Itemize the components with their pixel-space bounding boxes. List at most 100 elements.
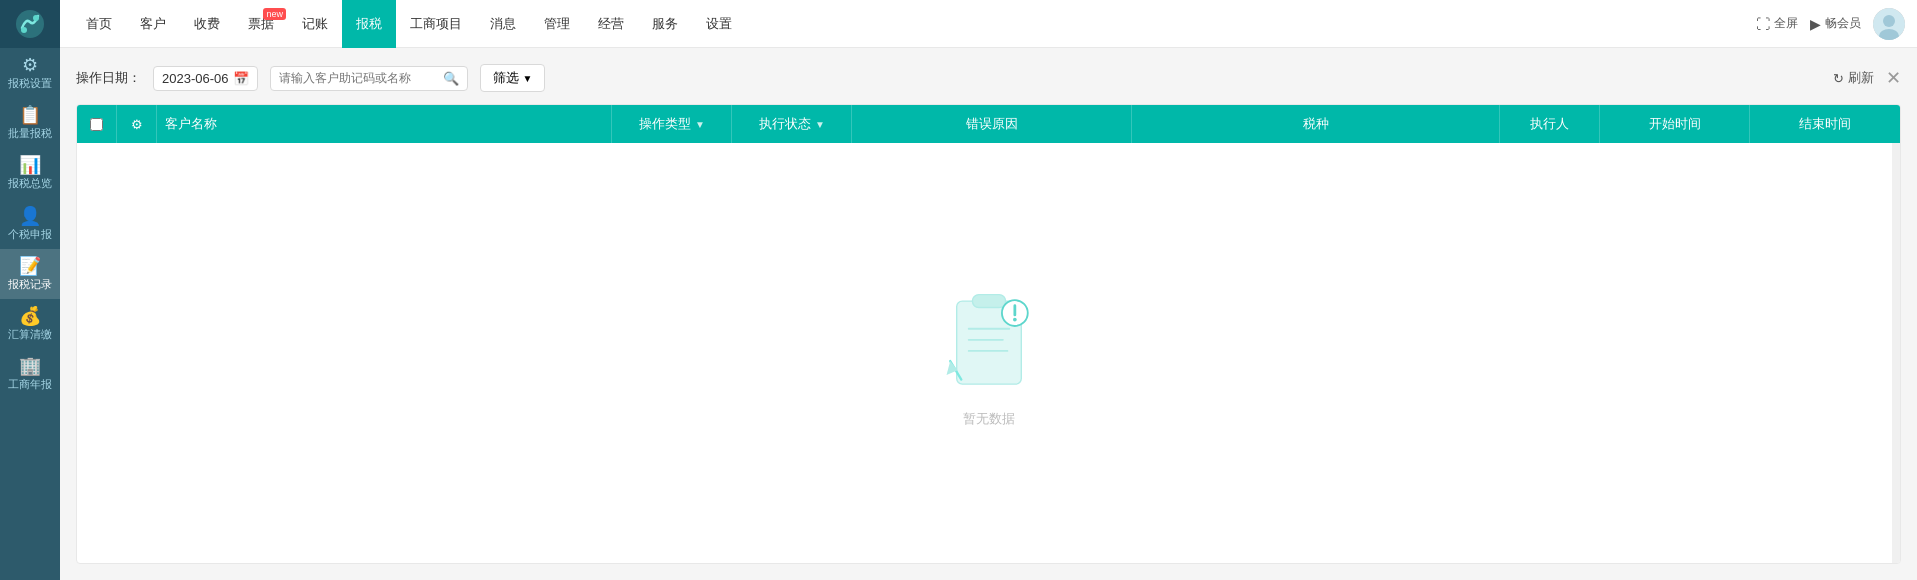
topnav-item-kehu[interactable]: 客户 <box>126 0 180 48</box>
empty-state: 暂无数据 <box>929 278 1049 428</box>
setting-icon: ⚙ <box>131 117 143 132</box>
chevron-down-icon: ▼ <box>523 73 533 84</box>
baoshui-jilu-icon: 📝 <box>19 257 41 275</box>
huisuan-jiaona-icon: 💰 <box>19 307 41 325</box>
fullscreen-icon: ⛶ <box>1756 16 1770 32</box>
th-setting[interactable]: ⚙ <box>117 105 157 143</box>
sidebar-item-piliang-baoshui-label: 批量报税 <box>8 127 52 140</box>
table-header: ⚙ 客户名称 操作类型 ▼ 执行状态 ▼ 错误原因 <box>77 105 1900 143</box>
th-endtime: 结束时间 <box>1750 105 1900 143</box>
toolbar-right: ↻ 刷新 ✕ <box>1833 69 1901 87</box>
svg-rect-7 <box>972 295 1005 308</box>
topnav-item-fuwu[interactable]: 服务 <box>638 0 692 48</box>
topnav-item-gongshang-xiangmu[interactable]: 工商项目 <box>396 0 476 48</box>
geshuishenbaoo-icon: 👤 <box>19 207 41 225</box>
fullscreen-label: 全屏 <box>1774 15 1798 32</box>
select-all-checkbox[interactable] <box>90 118 103 131</box>
th-executor: 执行人 <box>1500 105 1600 143</box>
toolbar: 操作日期： 2023-06-06 📅 🔍 筛选 ▼ ↻ 刷新 <box>76 64 1901 92</box>
th-checkbox[interactable] <box>77 105 117 143</box>
close-btn[interactable]: ✕ <box>1886 69 1901 87</box>
svg-point-4 <box>1883 15 1895 27</box>
topnav-item-shouye[interactable]: 首页 <box>72 0 126 48</box>
th-endtime-label: 结束时间 <box>1799 115 1851 133</box>
sidebar-item-geshuishenbaoo-label: 个税申报 <box>8 228 52 241</box>
filter-btn[interactable]: 筛选 ▼ <box>480 64 546 92</box>
search-input[interactable] <box>279 71 439 85</box>
topnav-item-xiaoxi[interactable]: 消息 <box>476 0 530 48</box>
calendar-icon: 📅 <box>233 71 249 86</box>
member-label: 畅会员 <box>1825 15 1861 32</box>
filter-label: 筛选 <box>493 69 519 87</box>
sidebar-item-baoshui-shezhi[interactable]: ⚙ 报税设置 <box>0 48 60 98</box>
th-client-label: 客户名称 <box>165 115 217 133</box>
topnav-right: ⛶ 全屏 ▶ 畅会员 <box>1756 8 1905 40</box>
topnav-item-shoufei[interactable]: 收费 <box>180 0 234 48</box>
gongshang-nianbao-icon: 🏢 <box>19 357 41 375</box>
refresh-label: 刷新 <box>1848 69 1874 87</box>
topnav-item-guanli[interactable]: 管理 <box>530 0 584 48</box>
member-icon: ▶ <box>1810 16 1821 32</box>
piliang-baoshui-icon: 📋 <box>19 106 41 124</box>
sidebar-item-baoshui-zonglam[interactable]: 📊 报税总览 <box>0 148 60 198</box>
svg-point-1 <box>21 27 27 33</box>
topnav-item-jizhang[interactable]: 记账 <box>288 0 342 48</box>
topnav-item-shezhi[interactable]: 设置 <box>692 0 746 48</box>
refresh-icon: ↻ <box>1833 71 1844 86</box>
sidebar-item-baoshui-zonglam-label: 报税总览 <box>8 177 52 190</box>
sidebar-item-huisuan-jiaona[interactable]: 💰 汇算清缴 <box>0 299 60 349</box>
th-optype[interactable]: 操作类型 ▼ <box>612 105 732 143</box>
th-error: 错误原因 <box>852 105 1132 143</box>
th-status-label: 执行状态 <box>759 115 811 133</box>
topnav-item-jingying[interactable]: 经营 <box>584 0 638 48</box>
th-optype-label: 操作类型 <box>639 115 691 133</box>
baoshui-zonglam-icon: 📊 <box>19 156 41 174</box>
page-content: 操作日期： 2023-06-06 📅 🔍 筛选 ▼ ↻ 刷新 <box>60 48 1917 580</box>
baoshui-shezhi-icon: ⚙ <box>22 56 38 74</box>
sidebar-item-gongshang-nianbao-label: 工商年报 <box>8 378 52 391</box>
th-taxtype: 税种 <box>1132 105 1500 143</box>
th-status[interactable]: 执行状态 ▼ <box>732 105 852 143</box>
sidebar-logo[interactable] <box>0 0 60 48</box>
member-btn[interactable]: ▶ 畅会员 <box>1810 15 1861 32</box>
sidebar-item-gongshang-nianbao[interactable]: 🏢 工商年报 <box>0 349 60 399</box>
search-box[interactable]: 🔍 <box>270 66 468 91</box>
svg-point-0 <box>16 10 44 38</box>
fullscreen-btn[interactable]: ⛶ 全屏 <box>1756 15 1798 32</box>
th-taxtype-label: 税种 <box>1303 115 1329 133</box>
sidebar: ⚙ 报税设置 📋 批量报税 📊 报税总览 👤 个税申报 📝 报税记录 💰 汇算清… <box>0 0 60 580</box>
main-area: 首页 客户 收费 票据 new 记账 报税 工商项目 消息 <box>60 0 1917 580</box>
sidebar-item-piliang-baoshui[interactable]: 📋 批量报税 <box>0 98 60 148</box>
svg-point-13 <box>1013 318 1017 322</box>
date-input[interactable]: 2023-06-06 📅 <box>153 66 258 91</box>
table-container: ⚙ 客户名称 操作类型 ▼ 执行状态 ▼ 错误原因 <box>76 104 1901 564</box>
sidebar-item-baoshui-shezhi-label: 报税设置 <box>8 77 52 90</box>
status-sort-icon: ▼ <box>815 119 825 130</box>
th-client: 客户名称 <box>157 105 612 143</box>
sidebar-item-geshuishenbaoo[interactable]: 👤 个税申报 <box>0 199 60 249</box>
search-icon: 🔍 <box>443 71 459 86</box>
th-starttime-label: 开始时间 <box>1649 115 1701 133</box>
th-executor-label: 执行人 <box>1530 115 1569 133</box>
svg-point-2 <box>33 15 39 21</box>
empty-text: 暂无数据 <box>963 410 1015 428</box>
topnav-item-piaoju[interactable]: 票据 new <box>234 0 288 48</box>
new-badge: new <box>263 8 286 20</box>
topnav-item-baoshui[interactable]: 报税 <box>342 0 396 48</box>
sidebar-item-baoshui-jilu-label: 报税记录 <box>8 278 52 291</box>
date-label: 操作日期： <box>76 69 141 87</box>
topnav: 首页 客户 收费 票据 new 记账 报税 工商项目 消息 <box>60 0 1917 48</box>
scrollbar-track[interactable] <box>1892 143 1900 563</box>
optype-sort-icon: ▼ <box>695 119 705 130</box>
sidebar-item-huisuan-jiaona-label: 汇算清缴 <box>8 328 52 341</box>
empty-illustration <box>929 278 1049 398</box>
sidebar-item-baoshui-jilu[interactable]: 📝 报税记录 <box>0 249 60 299</box>
topnav-items: 首页 客户 收费 票据 new 记账 报税 工商项目 消息 <box>72 0 1756 48</box>
content: 操作日期： 2023-06-06 📅 🔍 筛选 ▼ ↻ 刷新 <box>60 48 1917 580</box>
th-starttime: 开始时间 <box>1600 105 1750 143</box>
table-body: 暂无数据 <box>77 143 1900 563</box>
refresh-btn[interactable]: ↻ 刷新 <box>1833 69 1874 87</box>
th-error-label: 错误原因 <box>966 115 1018 133</box>
date-value: 2023-06-06 <box>162 71 229 86</box>
avatar[interactable] <box>1873 8 1905 40</box>
